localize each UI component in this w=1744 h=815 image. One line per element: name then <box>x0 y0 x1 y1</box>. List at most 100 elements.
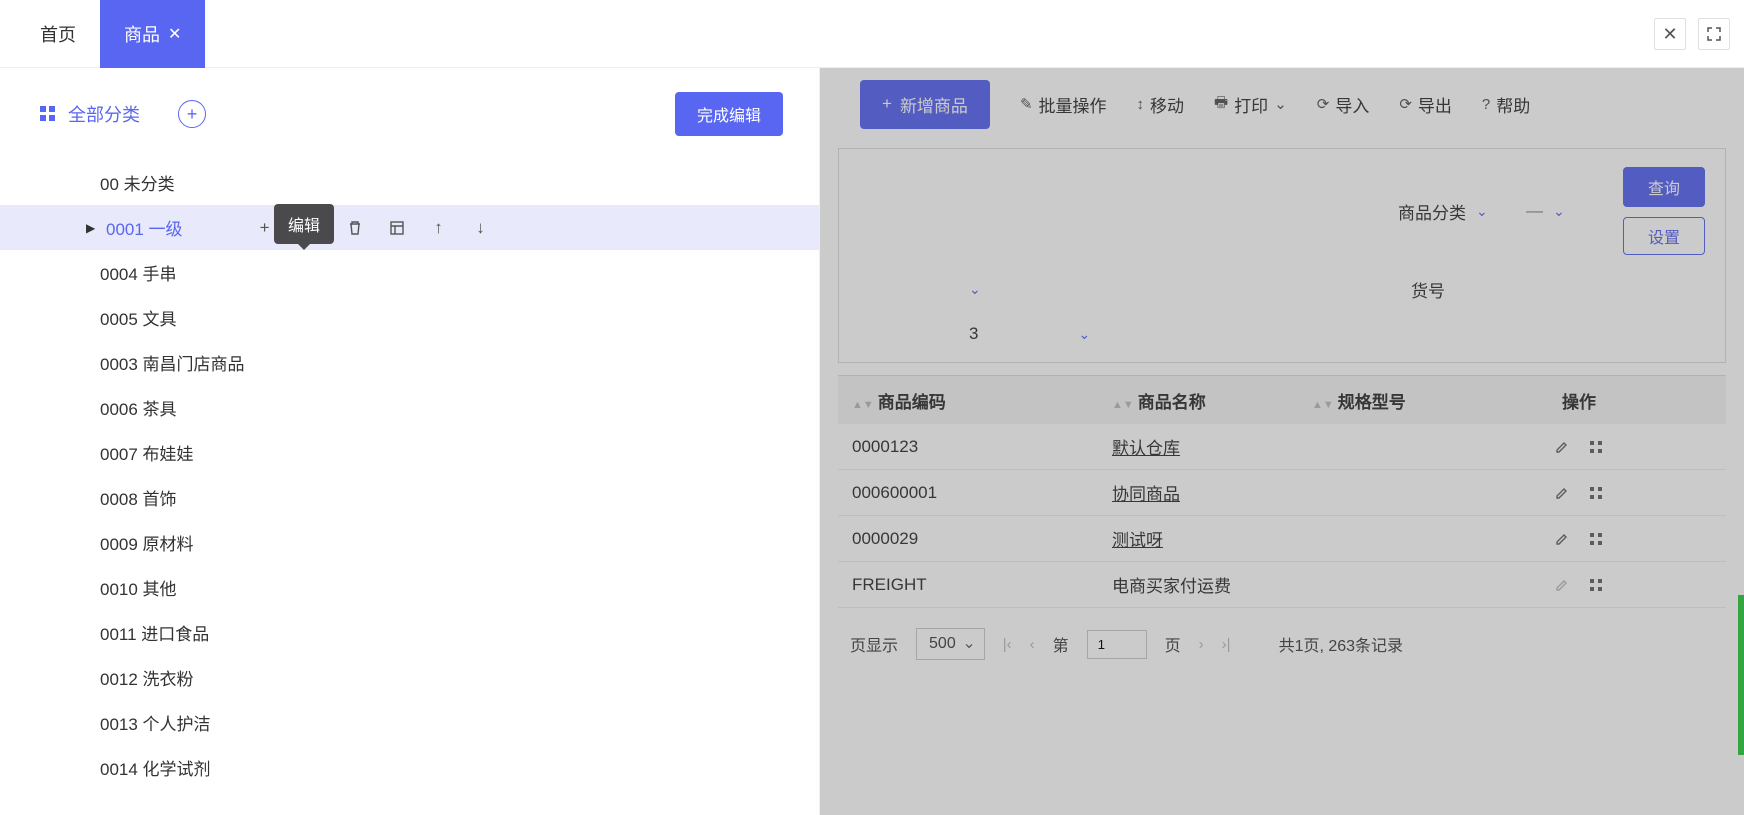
export-button[interactable]: ⟳ 导出 <box>1399 92 1452 117</box>
char-label: 3 <box>969 324 978 344</box>
toolbar: + 新增商品 ✎批量操作 ↕ 移动 🖶打印⌄ ⟳ 导入 ⟳ 导出 ?帮助 <box>820 68 1744 140</box>
tree-row[interactable]: 0009 原材料 <box>0 520 819 565</box>
import-button[interactable]: ⟳ 导入 <box>1317 92 1370 117</box>
chevron-down-icon: ⌄ <box>1078 326 1118 343</box>
th-spec[interactable]: ▲▼规格型号 <box>1298 388 1418 413</box>
chevron-down-icon: ⌄ <box>1476 203 1516 220</box>
prev-page-icon[interactable]: ‹ <box>1030 636 1035 653</box>
tree-row-label: 0005 文具 <box>100 305 177 330</box>
cell-name[interactable]: 测试呀 <box>1098 526 1298 551</box>
tab-home[interactable]: 首页 <box>16 0 100 68</box>
delete-icon[interactable] <box>343 216 367 240</box>
tree-row-label: 00 未分类 <box>100 170 175 195</box>
tree-row[interactable]: 0006 茶具 <box>0 385 819 430</box>
tree-row[interactable]: 0013 个人护洁 <box>0 700 819 745</box>
import-label: 导入 <box>1335 92 1369 117</box>
batch-button[interactable]: ✎批量操作 <box>1020 92 1107 117</box>
row-more-icon[interactable] <box>1588 439 1604 455</box>
move-down-icon[interactable]: ↓ <box>469 216 493 240</box>
row-edit-icon[interactable] <box>1554 439 1570 455</box>
close-icon[interactable]: ✕ <box>168 24 181 44</box>
tree-row[interactable]: 0014 化学试剂 <box>0 745 819 790</box>
sort-icon: ▲▼ <box>1112 402 1134 408</box>
move-up-icon[interactable]: ↑ <box>427 216 451 240</box>
filter-dd1[interactable]: ⌄ <box>969 281 1009 298</box>
export-label: 导出 <box>1418 92 1452 117</box>
help-button[interactable]: ?帮助 <box>1482 92 1530 117</box>
cell-op <box>1418 485 1726 501</box>
first-page-icon[interactable]: |‹ <box>1003 636 1012 653</box>
pager: 页显示 500 |‹ ‹ 第 页 › ›| 共1页, 263条记录 <box>820 608 1744 680</box>
cell-code: 0000123 <box>838 437 1098 457</box>
export-icon: ⟳ <box>1399 95 1412 113</box>
filter-category[interactable]: 商品分类 ⌄ — ⌄ <box>1398 199 1593 224</box>
move-icon: ↕ <box>1137 96 1145 113</box>
tree-row[interactable]: 0012 洗衣粉 <box>0 655 819 700</box>
plus-icon: + <box>882 94 892 114</box>
page-label-suffix: 页 <box>1165 632 1181 656</box>
cell-name[interactable]: 协同商品 <box>1098 480 1298 505</box>
category-tree[interactable]: 00 未分类 ▶ 0001 一级 + ↑ ↓ 0004 手串 0005 文具 0003 南昌门店… <box>0 160 819 800</box>
add-child-icon[interactable]: + <box>253 216 277 240</box>
cell-name: 电商买家付运费 <box>1098 572 1298 597</box>
tree-row[interactable]: ▶ 0001 一级 + ↑ ↓ <box>0 205 819 250</box>
tree-row[interactable]: 0007 布娃娃 <box>0 430 819 475</box>
settings-button[interactable]: 设置 <box>1623 217 1705 255</box>
cell-name[interactable]: 默认仓库 <box>1098 434 1298 459</box>
tab-product[interactable]: 商品 ✕ <box>100 0 205 68</box>
move-label: 移动 <box>1150 92 1184 117</box>
row-more-icon[interactable] <box>1588 577 1604 593</box>
category-icon[interactable] <box>385 216 409 240</box>
tree-row-label: 0004 手串 <box>100 260 177 285</box>
help-label: 帮助 <box>1496 92 1530 117</box>
tab-product-label: 商品 <box>124 21 160 47</box>
row-edit-icon[interactable] <box>1554 531 1570 547</box>
edit-icon: ✎ <box>1020 95 1033 113</box>
print-button[interactable]: 🖶打印⌄ <box>1214 92 1287 117</box>
tree-row-label: 0008 首饰 <box>100 485 177 510</box>
per-page-label: 页显示 <box>850 632 898 656</box>
tree-row[interactable]: 0003 南昌门店商品 <box>0 340 819 385</box>
add-category-button[interactable]: + <box>178 100 206 128</box>
per-page-select[interactable]: 500 <box>916 628 985 660</box>
filter-dd2[interactable]: 3⌄ <box>969 324 1118 344</box>
cell-code: FREIGHT <box>838 575 1098 595</box>
move-button[interactable]: ↕ 移动 <box>1137 92 1185 117</box>
next-page-icon[interactable]: › <box>1199 636 1204 653</box>
close-all-icon[interactable]: ✕ <box>1654 18 1686 50</box>
cell-op <box>1418 577 1726 593</box>
chevron-down-icon: ⌄ <box>1553 203 1593 220</box>
last-page-icon[interactable]: ›| <box>1222 636 1231 653</box>
finish-edit-button[interactable]: 完成编辑 <box>675 92 783 136</box>
caret-right-icon: ▶ <box>86 221 100 235</box>
tree-row[interactable]: 0011 进口食品 <box>0 610 819 655</box>
row-edit-icon[interactable] <box>1554 485 1570 501</box>
category-title: 全部分类 <box>68 101 140 127</box>
tree-row[interactable]: 0008 首饰 <box>0 475 819 520</box>
query-button[interactable]: 查询 <box>1623 167 1705 207</box>
cell-code: 0000029 <box>838 529 1098 549</box>
fullscreen-icon[interactable] <box>1698 18 1730 50</box>
tree-row[interactable]: 00 未分类 <box>0 160 819 205</box>
th-name[interactable]: ▲▼商品名称 <box>1098 388 1298 413</box>
chevron-down-icon: ⌄ <box>1274 95 1287 113</box>
page-input[interactable] <box>1087 630 1147 659</box>
page-label-prefix: 第 <box>1053 632 1069 656</box>
green-indicator <box>1738 595 1744 755</box>
filter-sku[interactable]: 货号 <box>1411 277 1445 302</box>
th-code[interactable]: ▲▼商品编码 <box>838 388 1098 413</box>
tree-row[interactable]: 0005 文具 <box>0 295 819 340</box>
cell-op <box>1418 439 1726 455</box>
edit-tooltip: 编辑 <box>274 204 334 244</box>
tree-row-label: 0014 化学试剂 <box>100 755 211 780</box>
tree-row-label: 0001 一级 <box>106 215 183 240</box>
tree-row-label: 0011 进口食品 <box>100 620 209 645</box>
tree-row[interactable]: 0004 手串 <box>0 250 819 295</box>
add-product-button[interactable]: + 新增商品 <box>860 80 990 129</box>
import-icon: ⟳ <box>1317 95 1330 113</box>
tree-row[interactable]: 0010 其他 <box>0 565 819 610</box>
grid-icon <box>40 106 56 122</box>
row-more-icon[interactable] <box>1588 531 1604 547</box>
cell-code: 000600001 <box>838 483 1098 503</box>
row-more-icon[interactable] <box>1588 485 1604 501</box>
